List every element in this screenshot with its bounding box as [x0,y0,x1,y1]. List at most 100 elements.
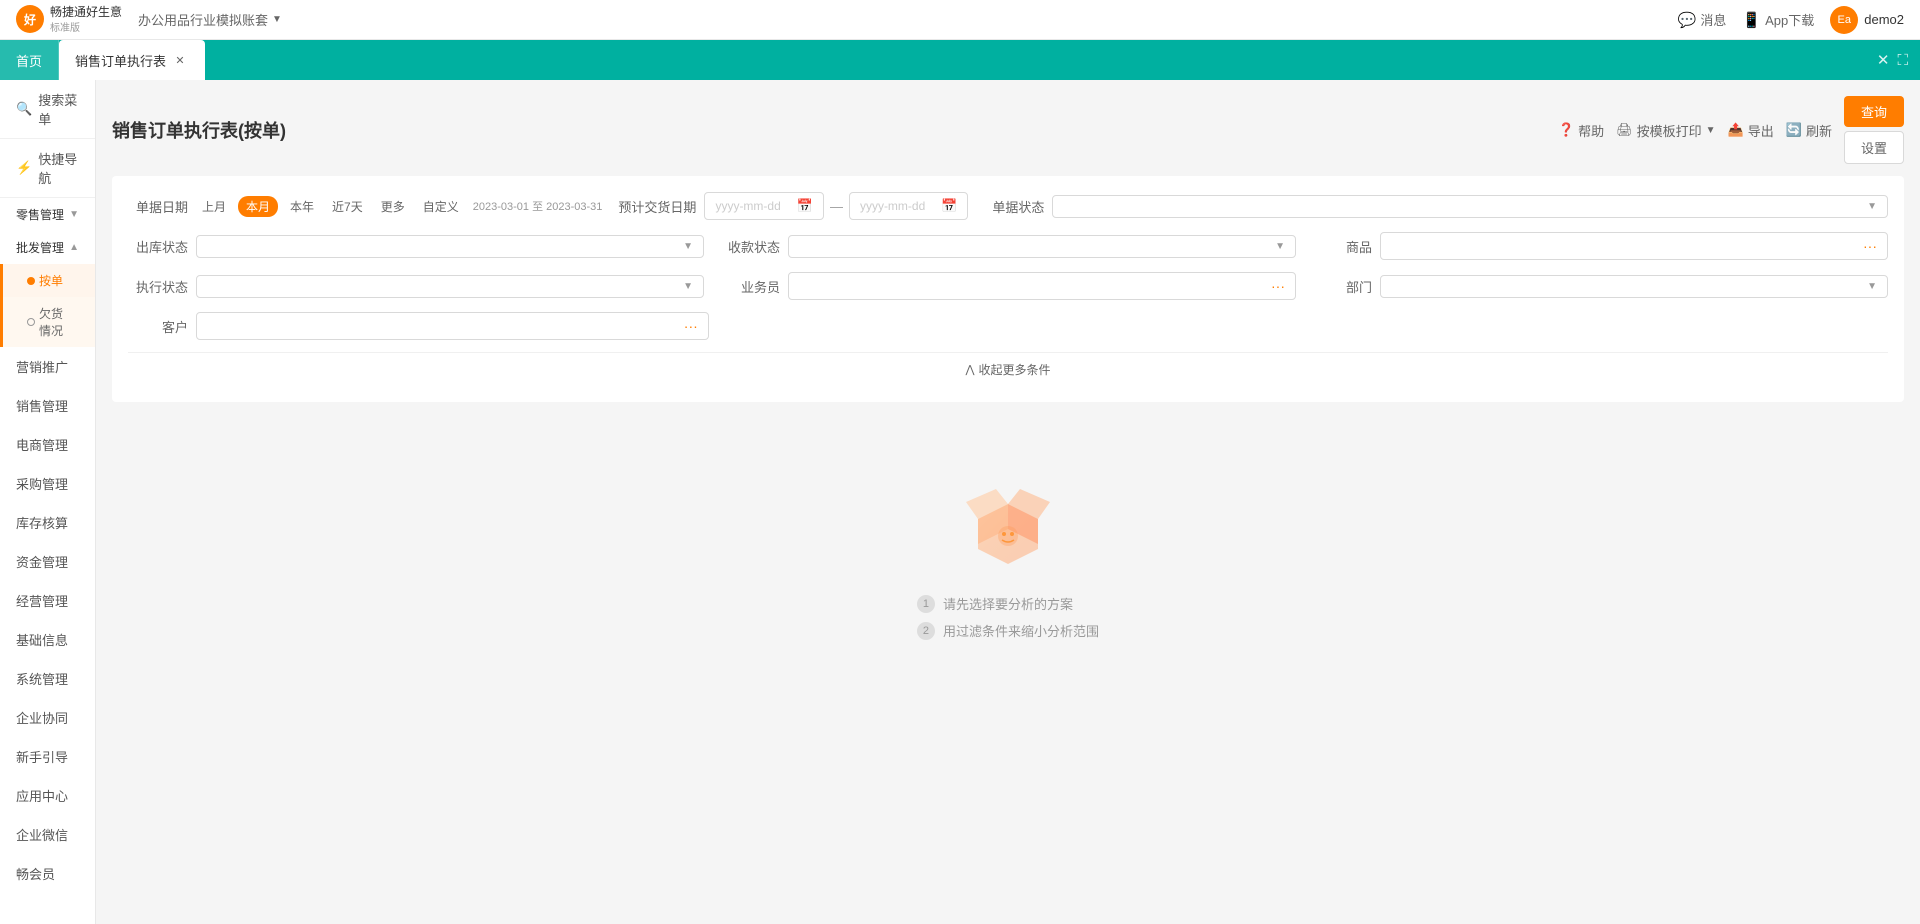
salesman-ellipsis[interactable]: ··· [1271,278,1285,294]
step-1-num: 1 [917,595,935,613]
recv-status-select[interactable]: ▼ [788,235,1296,258]
sidebar-item-wechat[interactable]: 企业微信 [0,815,95,854]
dept-dropdown-icon: ▼ [1867,281,1877,292]
tab-sales-exec[interactable]: 销售订单执行表 ✕ [59,40,205,80]
calendar-end-icon[interactable]: 📅 [941,198,957,214]
collapse-label: 收起更多条件 [979,361,1051,378]
sidebar-item-marketing[interactable]: 营销推广 [0,347,95,386]
message-action[interactable]: 💬 消息 [1678,10,1727,29]
step-2-text: 用过滤条件来缩小分析范围 [943,621,1099,640]
filter-panel: 单据日期 上月 本月 本年 近7天 更多 自定义 2023-03-01 至 20… [112,176,1904,402]
salesman-select[interactable]: ··· [788,272,1296,300]
logo-text: 畅捷通好生意 [50,5,122,19]
date-tab-current-year[interactable]: 本年 [284,196,320,217]
date-tab-current-month[interactable]: 本月 [238,196,278,217]
customer-select[interactable]: ··· [196,312,709,340]
tab-close-all-icon[interactable]: ✕ [1877,51,1890,69]
date-tab-custom[interactable]: 自定义 [417,196,465,217]
quicknav-label: 快捷导航 [38,149,79,187]
sidebar-item-quicknav[interactable]: ⚡ 快捷导航 [0,139,95,198]
page-header-actions: ❓ 帮助 🖨 按模板打印 ▼ 📤 导出 🔄 刷新 [1558,96,1904,164]
collapse-more: ⋀ 收起更多条件 [128,352,1888,386]
sidebar-sub-arrears[interactable]: 欠货情况 [3,297,95,347]
customer-ellipsis[interactable]: ··· [684,318,698,334]
goods-select[interactable]: ··· [1380,232,1888,260]
calendar-start-icon[interactable]: 📅 [797,198,813,214]
message-icon: 💬 [1678,11,1697,29]
filter-row-3: 执行状态 ▼ 业务员 ··· 部门 [128,272,1888,300]
sidebar-item-appcenter[interactable]: 应用中心 [0,776,95,815]
collapse-btn[interactable]: ⋀ 收起更多条件 [965,361,1050,378]
sidebar: 🔍 搜索菜单 ⚡ 快捷导航 零售管理 ▼ 批发管理 ▲ 按单 欠货情况 [0,80,96,924]
date-label: 单据日期 [128,197,188,216]
refresh-btn[interactable]: 🔄 刷新 [1786,121,1832,140]
empty-state: 1 请先选择要分析的方案 2 用过滤条件来缩小分析范围 [112,414,1904,708]
goods-ellipsis[interactable]: ··· [1863,238,1877,254]
main-layout: 🔍 搜索菜单 ⚡ 快捷导航 零售管理 ▼ 批发管理 ▲ 按单 欠货情况 [0,80,1920,924]
app-label: App下载 [1765,10,1814,29]
marketing-label: 营销推广 [16,357,68,376]
help-btn[interactable]: ❓ 帮助 [1558,121,1604,140]
tab-expand-icon[interactable]: ⛶ [1897,52,1908,69]
sidebar-item-newbie[interactable]: 新手引导 [0,737,95,776]
exec-status-select[interactable]: ▼ [196,275,704,298]
wholesale-arrow-icon: ▲ [69,242,79,253]
sidebar-item-purchase[interactable]: 采购管理 [0,464,95,503]
collapse-chevron-icon: ⋀ [965,363,974,376]
sidebar-item-system[interactable]: 系统管理 [0,659,95,698]
filter-date: 单据日期 上月 本月 本年 近7天 更多 自定义 2023-03-01 至 20… [128,196,602,217]
system-label: 系统管理 [16,669,68,688]
filter-row-1: 单据日期 上月 本月 本年 近7天 更多 自定义 2023-03-01 至 20… [128,192,1888,220]
app-download-action[interactable]: 📱 App下载 [1742,10,1814,29]
sidebar-item-enterprise[interactable]: 企业协同 [0,698,95,737]
query-button[interactable]: 查询 [1844,96,1904,127]
company-selector[interactable]: 办公用品行业模拟账套 ▼ [130,6,290,33]
expected-date-end[interactable]: yyyy-mm-dd 📅 [849,192,969,220]
sidebar-item-operations[interactable]: 经营管理 [0,581,95,620]
date-tab-7days[interactable]: 近7天 [326,196,369,217]
sidebar-item-inventory[interactable]: 库存核算 [0,503,95,542]
sidebar-item-finance[interactable]: 资金管理 [0,542,95,581]
filter-customer: 客户 ··· [128,312,709,340]
sidebar-item-basic[interactable]: 基础信息 [0,620,95,659]
tab-close-icon[interactable]: ✕ [172,52,188,68]
dept-select[interactable]: ▼ [1380,275,1888,298]
sidebar-item-ecommerce[interactable]: 电商管理 [0,425,95,464]
export-btn[interactable]: 📤 导出 [1728,121,1774,140]
sidebar-item-search[interactable]: 🔍 搜索菜单 [0,80,95,139]
print-btn[interactable]: 🖨 按模板打印 ▼ [1616,121,1715,140]
tab-home[interactable]: 首页 [0,40,59,80]
doc-status-label: 单据状态 [984,197,1044,216]
expected-date-start[interactable]: yyyy-mm-dd 📅 [704,192,824,220]
empty-steps: 1 请先选择要分析的方案 2 用过滤条件来缩小分析范围 [917,594,1099,648]
filter-row-2: 出库状态 ▼ 收款状态 ▼ 商品 [128,232,1888,260]
sidebar-item-member[interactable]: 畅会员 [0,854,95,893]
refresh-label: 刷新 [1806,121,1832,140]
filter-row-4: 客户 ··· [128,312,1888,340]
print-dropdown-icon: ▼ [1706,125,1716,136]
date-tab-more[interactable]: 更多 [375,196,411,217]
ecommerce-label: 电商管理 [16,435,68,454]
sidebar-item-sales[interactable]: 销售管理 [0,386,95,425]
expected-date-end-placeholder: yyyy-mm-dd [860,199,925,213]
retail-arrow-icon: ▼ [69,209,79,220]
sidebar-group-retail[interactable]: 零售管理 ▼ [0,198,95,231]
recv-status-label: 收款状态 [720,237,780,256]
export-label: 导出 [1748,121,1774,140]
enterprise-label: 企业协同 [16,708,68,727]
search-icon: 🔍 [16,101,32,117]
date-tab-prev-month[interactable]: 上月 [196,196,232,217]
empty-illustration [958,474,1058,574]
step-2-num: 2 [917,622,935,640]
expected-date-group: yyyy-mm-dd 📅 — yyyy-mm-dd 📅 [704,192,968,220]
sidebar-group-wholesale[interactable]: 批发管理 ▲ [0,231,95,264]
sidebar-sub-press-single[interactable]: 按单 [3,264,95,297]
user-area[interactable]: Ea demo2 [1830,6,1904,34]
doc-status-select[interactable]: ▼ [1052,195,1888,218]
ship-status-select[interactable]: ▼ [196,235,704,258]
arrears-label: 欠货情况 [39,305,71,339]
settings-button[interactable]: 设置 [1844,131,1904,164]
date-range-display: 2023-03-01 至 2023-03-31 [473,198,603,214]
wholesale-label: 批发管理 [16,239,64,256]
user-name: demo2 [1864,12,1904,27]
